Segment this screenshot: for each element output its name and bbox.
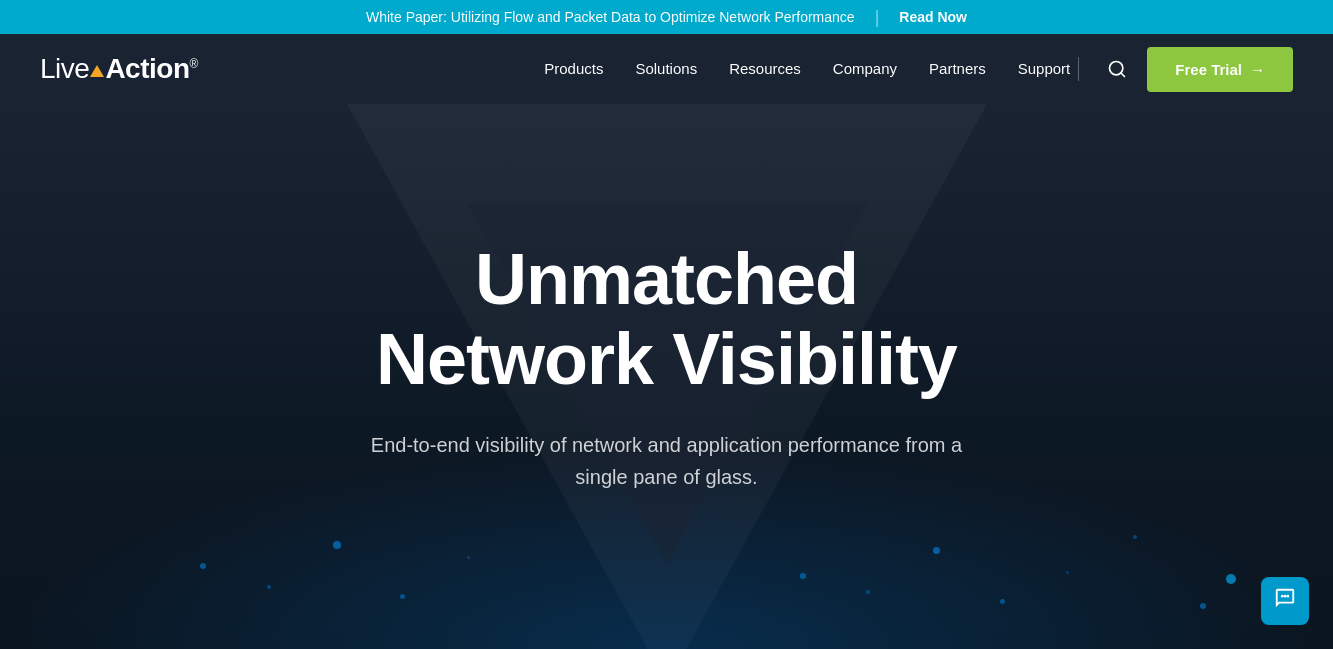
svg-line-1 <box>1121 73 1125 77</box>
nav-item-support[interactable]: Support <box>1018 60 1071 78</box>
hero-subtitle: End-to-end visibility of network and app… <box>357 429 977 493</box>
hero-title-line2: Network Visibility <box>376 319 957 399</box>
svg-point-4 <box>1286 595 1289 598</box>
hero-section: Unmatched Network Visibility End-to-end … <box>0 104 1333 649</box>
nav-item-solutions[interactable]: Solutions <box>635 60 697 78</box>
logo-text: LiveAction® <box>40 53 198 85</box>
top-banner: White Paper: Utilizing Flow and Packet D… <box>0 0 1333 34</box>
free-trial-label: Free Trial <box>1175 61 1242 78</box>
search-icon[interactable] <box>1107 59 1127 79</box>
nav-link-products[interactable]: Products <box>544 60 603 77</box>
svg-point-2 <box>1281 595 1284 598</box>
logo-action: Action <box>105 53 189 84</box>
nav-divider <box>1078 57 1079 81</box>
chat-icon <box>1274 587 1296 615</box>
hero-particles <box>0 479 1333 629</box>
hero-title-line1: Unmatched <box>475 239 858 319</box>
nav-link-solutions[interactable]: Solutions <box>635 60 697 77</box>
hero-content: Unmatched Network Visibility End-to-end … <box>357 240 977 492</box>
banner-text: White Paper: Utilizing Flow and Packet D… <box>366 9 855 25</box>
nav-link-support[interactable]: Support <box>1018 60 1071 77</box>
nav-item-company[interactable]: Company <box>833 60 897 78</box>
navbar: LiveAction® Products Solutions Resources… <box>0 34 1333 104</box>
banner-divider: | <box>875 7 880 28</box>
banner-cta[interactable]: Read Now <box>899 9 967 25</box>
nav-item-resources[interactable]: Resources <box>729 60 801 78</box>
nav-link-company[interactable]: Company <box>833 60 897 77</box>
nav-item-products[interactable]: Products <box>544 60 603 78</box>
nav-item-partners[interactable]: Partners <box>929 60 986 78</box>
logo-live: Live <box>40 53 89 84</box>
free-trial-arrow: → <box>1250 61 1265 78</box>
hero-title: Unmatched Network Visibility <box>357 240 977 398</box>
nav-link-partners[interactable]: Partners <box>929 60 986 77</box>
svg-point-3 <box>1284 595 1287 598</box>
nav-link-resources[interactable]: Resources <box>729 60 801 77</box>
logo[interactable]: LiveAction® <box>40 53 198 85</box>
chat-widget[interactable] <box>1261 577 1309 625</box>
free-trial-button[interactable]: Free Trial → <box>1147 47 1293 92</box>
nav-links: Products Solutions Resources Company Par… <box>544 60 1070 78</box>
logo-triangle-icon <box>90 65 104 77</box>
